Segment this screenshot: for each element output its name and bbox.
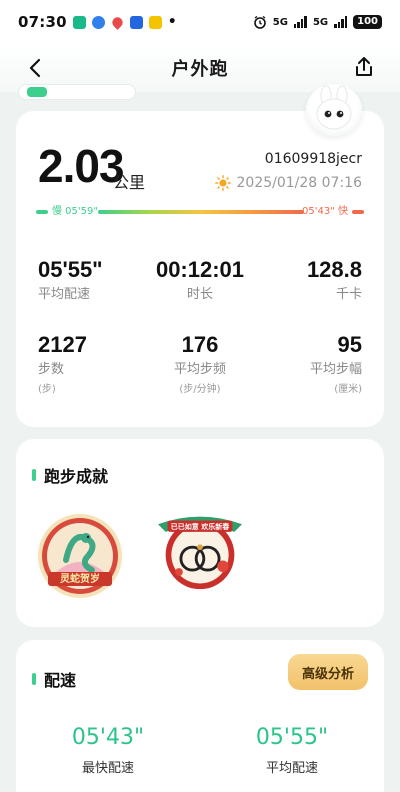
average-pace: 05'55" 平均配速 <box>222 725 362 776</box>
fastest-pace-value: 05'43" <box>71 725 145 750</box>
stat-value: 95 <box>337 332 362 357</box>
avatar[interactable] <box>306 84 362 136</box>
alipay-app-icon <box>129 15 143 29</box>
average-pace-label: 平均配速 <box>265 761 318 776</box>
meituan-app-icon <box>148 15 162 29</box>
signal-icon <box>293 16 307 28</box>
hidden-chip <box>18 84 136 100</box>
fast-pace-label: 05'43" 快 <box>302 206 348 217</box>
fastest-pace-label: 最快配速 <box>81 761 134 776</box>
more-notifications-icon: • <box>167 14 177 30</box>
achievements-card: 跑步成就 灵蛇贺岁 已已如意 欢乐新春 <box>16 439 384 627</box>
medal-1-name: 灵蛇贺岁 <box>60 574 100 585</box>
pace-title: 配速 <box>44 671 77 690</box>
battery-level: 100 <box>353 15 382 29</box>
snake-medal-icon[interactable] <box>36 512 124 600</box>
stat-label: 千卡 <box>335 287 362 302</box>
date-row: 2025/01/28 07:16 <box>214 175 363 191</box>
page-title: 户外跑 <box>171 59 229 80</box>
stat-value: 128.8 <box>306 257 362 282</box>
slow-pace-label: 慢 05'59" <box>52 206 98 217</box>
distance-unit: 公里 <box>113 173 146 192</box>
slow-cap <box>36 210 48 214</box>
stat-label: 平均步幅 <box>309 362 362 377</box>
pace-range-bar: 慢 05'59" 05'43" 快 <box>36 205 364 219</box>
wechat-app-icon <box>72 15 86 29</box>
status-bar: 07:30 • 5G 5G 100 <box>0 0 400 44</box>
achievements-title: 跑步成就 <box>44 467 109 486</box>
medal-2-name: 已已如意 欢乐新春 <box>170 523 230 531</box>
pace-header: 配速 <box>32 667 76 691</box>
pace-card: 配速 高级分析 05'43" 最快配速 05'55" 平均配速 <box>16 640 384 792</box>
sun-icon <box>214 175 231 191</box>
user-id: 01609918jecr <box>264 151 362 167</box>
stat-calories: 128.8 千卡 <box>242 257 362 303</box>
section-accent-bar <box>32 469 36 481</box>
back-button[interactable] <box>24 56 48 80</box>
average-pace-value: 05'55" <box>255 725 329 750</box>
advanced-analysis-button[interactable]: 高级分析 <box>287 654 368 690</box>
section-accent-bar <box>32 673 36 685</box>
status-left: 07:30 • <box>18 13 177 31</box>
run-date: 2025/01/28 07:16 <box>236 175 363 191</box>
location-app-icon <box>109 14 125 30</box>
run-summary-card: 2.03 公里 01609918jecr 2025/01/28 07:16 慢 … <box>16 111 384 427</box>
fast-cap <box>352 210 364 214</box>
distance-value: 2.03 <box>38 140 125 192</box>
status-time: 07:30 <box>18 13 67 31</box>
stat-stride: 95 平均步幅 (厘米) <box>242 332 362 395</box>
alarm-icon <box>253 15 266 29</box>
signal-icon-2 <box>334 16 348 28</box>
pace-gradient <box>98 210 304 214</box>
network-type-label: 5G <box>272 16 288 28</box>
fastest-pace: 05'43" 最快配速 <box>38 725 178 776</box>
browser-app-icon <box>91 15 105 29</box>
status-right: 5G 5G 100 <box>253 15 382 29</box>
network-type-label-2: 5G <box>312 16 329 28</box>
stat-unit: (厘米) <box>334 384 362 395</box>
achievements-header: 跑步成就 <box>32 463 108 487</box>
share-button[interactable] <box>352 55 376 79</box>
bunny-avatar-icon <box>316 85 352 130</box>
